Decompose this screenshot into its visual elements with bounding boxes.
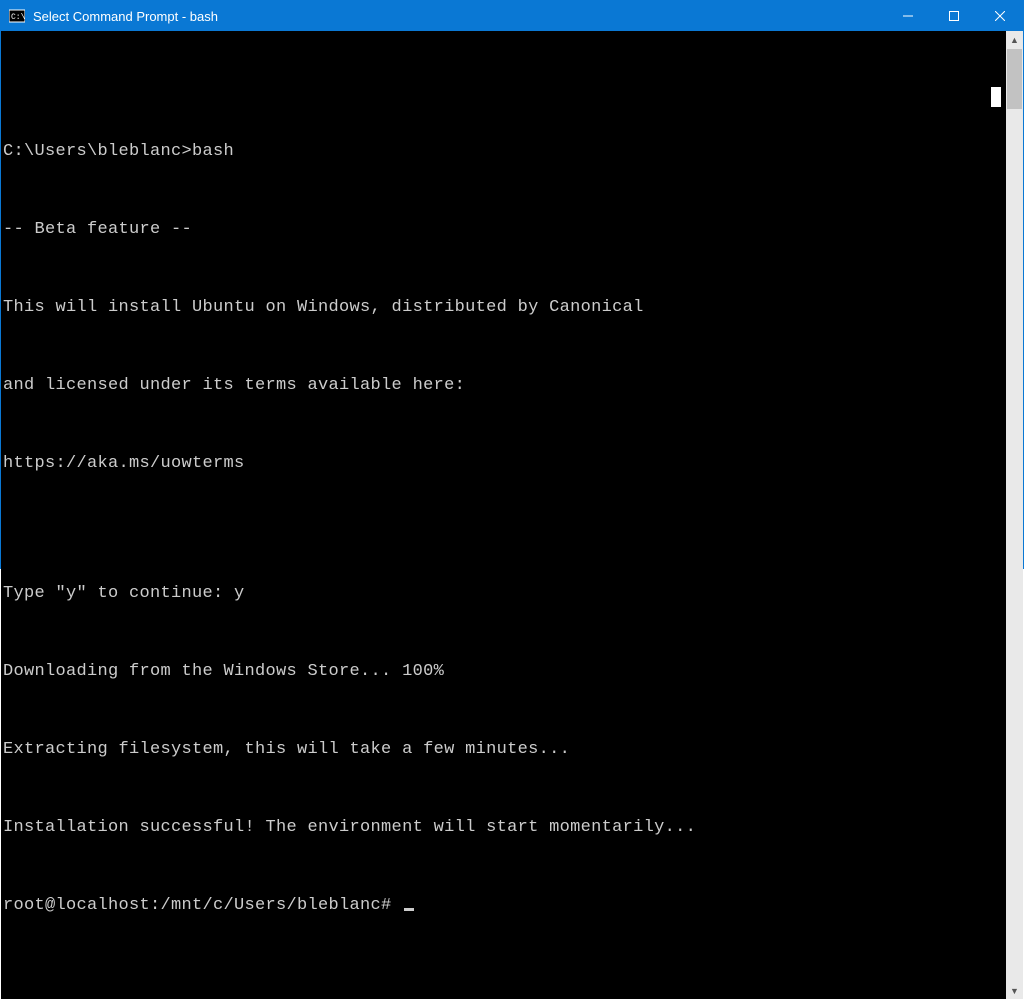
vertical-scrollbar[interactable]: ▲ ▼ xyxy=(1006,31,1023,999)
titlebar[interactable]: C:\ Select Command Prompt - bash xyxy=(1,1,1023,31)
terminal-output[interactable]: C:\Users\bleblanc>bash -- Beta feature -… xyxy=(1,31,1006,999)
terminal-line: and licensed under its terms available h… xyxy=(3,373,1004,399)
minimize-button[interactable] xyxy=(885,1,931,31)
terminal-line: https://aka.ms/uowterms xyxy=(3,451,1004,477)
terminal-line: This will install Ubuntu on Windows, dis… xyxy=(3,295,1004,321)
terminal-line: Type "y" to continue: y xyxy=(3,581,1004,607)
scrollbar-thumb[interactable] xyxy=(1007,49,1022,109)
window-body: C:\Users\bleblanc>bash -- Beta feature -… xyxy=(1,31,1023,999)
scroll-up-arrow-icon[interactable]: ▲ xyxy=(1006,31,1023,48)
terminal-prompt: root@localhost:/mnt/c/Users/bleblanc# xyxy=(3,896,402,915)
terminal-line: Extracting filesystem, this will take a … xyxy=(3,737,1004,763)
terminal-line: Installation successful! The environment… xyxy=(3,815,1004,841)
terminal-cursor xyxy=(404,908,414,911)
close-button[interactable] xyxy=(977,1,1023,31)
command-prompt-window: C:\ Select Command Prompt - bash C:\User… xyxy=(0,0,1024,569)
scroll-down-arrow-icon[interactable]: ▼ xyxy=(1006,982,1023,999)
terminal-prompt-line: root@localhost:/mnt/c/Users/bleblanc# xyxy=(3,893,1004,919)
selection-mark xyxy=(991,87,1001,107)
terminal-line: Downloading from the Windows Store... 10… xyxy=(3,659,1004,685)
app-icon: C:\ xyxy=(9,8,25,24)
maximize-button[interactable] xyxy=(931,1,977,31)
terminal-line: C:\Users\bleblanc>bash xyxy=(3,139,1004,165)
svg-text:C:\: C:\ xyxy=(11,13,25,22)
window-title: Select Command Prompt - bash xyxy=(33,9,885,24)
terminal-line: -- Beta feature -- xyxy=(3,217,1004,243)
